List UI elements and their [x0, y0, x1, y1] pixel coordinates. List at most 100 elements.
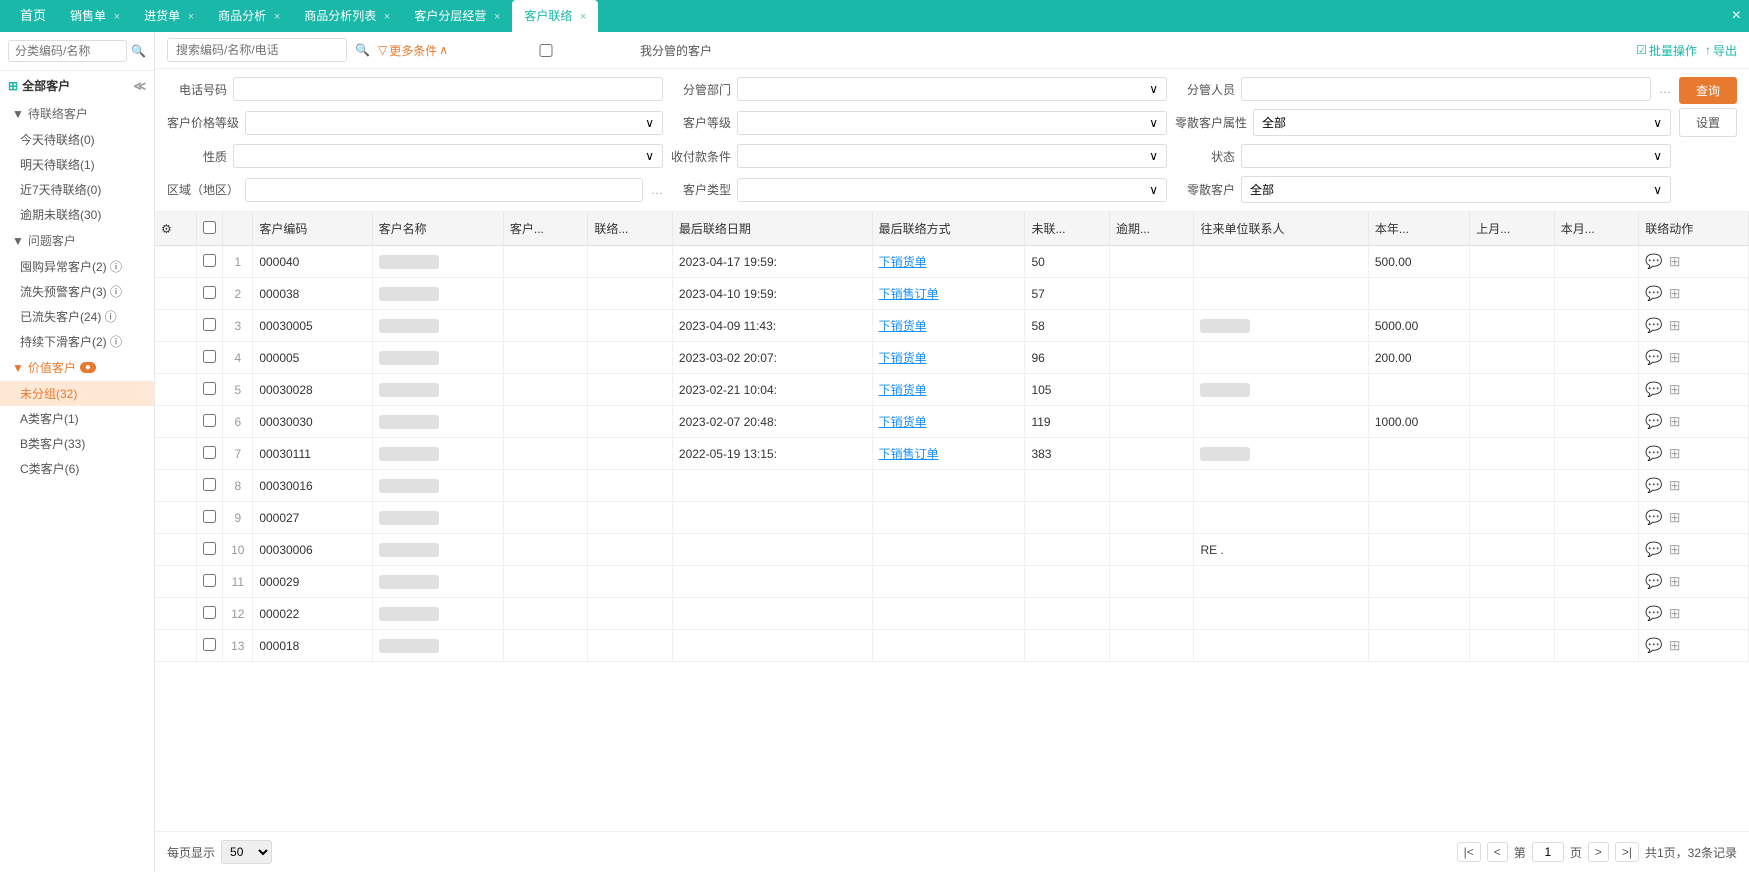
- row-checkbox[interactable]: [203, 414, 216, 427]
- sidebar-item-tomorrow[interactable]: 明天待联络(1): [0, 152, 154, 177]
- col-code-header[interactable]: 客户编码: [253, 212, 372, 246]
- col-this-month-header[interactable]: 本月...: [1554, 212, 1639, 246]
- close-icon-3[interactable]: ×: [384, 11, 390, 23]
- close-icon-4[interactable]: ×: [494, 11, 500, 23]
- col-overdue-header[interactable]: 逾期...: [1109, 212, 1194, 246]
- row-settings[interactable]: [155, 342, 197, 374]
- contact-method-link[interactable]: 下销货单: [879, 319, 927, 333]
- nav-tab-2[interactable]: 商品分析 ×: [206, 0, 292, 32]
- per-page-select[interactable]: 50 20 100: [221, 840, 272, 864]
- more-conditions-button[interactable]: ▽ 更多条件 ∧: [378, 42, 448, 59]
- message-icon[interactable]: 💬: [1645, 253, 1662, 270]
- sidebar-search-icon[interactable]: 🔍: [131, 44, 146, 58]
- nature-select[interactable]: ∨: [233, 144, 663, 168]
- row-settings[interactable]: [155, 630, 197, 662]
- message-icon[interactable]: 💬: [1645, 381, 1662, 398]
- col-name-header[interactable]: 客户名称: [372, 212, 503, 246]
- payment-select[interactable]: ∨: [737, 144, 1167, 168]
- customer-type-select[interactable]: ∨: [737, 178, 1167, 202]
- row-last-contact-method[interactable]: [872, 470, 1025, 502]
- message-icon[interactable]: 💬: [1645, 317, 1662, 334]
- page-number-input[interactable]: [1532, 842, 1564, 862]
- col-company-contact-header[interactable]: 往来单位联系人: [1194, 212, 1368, 246]
- close-all-button[interactable]: ×: [1732, 7, 1741, 25]
- row-settings[interactable]: [155, 438, 197, 470]
- sidebar-item-a-class[interactable]: A类客户(1): [0, 406, 154, 431]
- sidebar-item-today[interactable]: 今天待联络(0): [0, 127, 154, 152]
- contact-method-link[interactable]: 下销货单: [879, 255, 927, 269]
- grid-action-icon[interactable]: ⊞: [1669, 413, 1681, 430]
- phone-input[interactable]: [233, 77, 663, 101]
- message-icon[interactable]: 💬: [1645, 637, 1662, 654]
- message-icon[interactable]: 💬: [1645, 541, 1662, 558]
- row-settings[interactable]: [155, 534, 197, 566]
- grid-action-icon[interactable]: ⊞: [1669, 509, 1681, 526]
- close-icon-5[interactable]: ×: [580, 11, 586, 23]
- row-last-contact-method[interactable]: 下销货单: [872, 246, 1025, 278]
- contact-method-link[interactable]: 下销货单: [879, 415, 927, 429]
- row-last-contact-method[interactable]: [872, 630, 1025, 662]
- nav-tab-0[interactable]: 销售单 ×: [58, 0, 132, 32]
- sidebar-item-churn-warn[interactable]: 流失预警客户(3) ⓘ: [0, 279, 154, 304]
- row-last-contact-method[interactable]: [872, 534, 1025, 566]
- grid-action-icon[interactable]: ⊞: [1669, 285, 1681, 302]
- sidebar-item-7days[interactable]: 近7天待联络(0): [0, 177, 154, 202]
- row-settings[interactable]: [155, 470, 197, 502]
- row-settings[interactable]: [155, 598, 197, 630]
- row-settings[interactable]: [155, 374, 197, 406]
- col-checkbox-header[interactable]: [197, 212, 223, 246]
- row-checkbox[interactable]: [203, 638, 216, 651]
- col-last-contact-method-header[interactable]: 最后联络方式: [872, 212, 1025, 246]
- sidebar-group-pending[interactable]: ▼ 待联络客户: [0, 100, 154, 127]
- sidebar-group-problem[interactable]: ▼ 问题客户: [0, 227, 154, 254]
- my-customers-checkbox[interactable]: [456, 44, 636, 57]
- select-all-checkbox[interactable]: [203, 221, 216, 234]
- batch-operation-button[interactable]: ☑ 批量操作: [1636, 42, 1697, 59]
- col-settings[interactable]: ⚙: [155, 212, 197, 246]
- dept-select[interactable]: ∨: [737, 77, 1167, 101]
- nav-tab-3[interactable]: 商品分析列表 ×: [292, 0, 402, 32]
- col-no-contact-header[interactable]: 未联...: [1025, 212, 1110, 246]
- row-last-contact-method[interactable]: 下销售订单: [872, 438, 1025, 470]
- dots-icon-2[interactable]: …: [651, 183, 663, 197]
- contact-method-link[interactable]: 下销售订单: [879, 287, 939, 301]
- nav-tab-4[interactable]: 客户分层经营 ×: [402, 0, 512, 32]
- status-select[interactable]: ∨: [1241, 144, 1671, 168]
- my-customers-checkbox-label[interactable]: 我分管的客户: [456, 42, 712, 59]
- sidebar-item-abnormal[interactable]: 囤购异常客户(2) ⓘ: [0, 254, 154, 279]
- col-contact-header[interactable]: 联络...: [588, 212, 673, 246]
- row-settings[interactable]: [155, 278, 197, 310]
- row-checkbox[interactable]: [203, 606, 216, 619]
- row-last-contact-method[interactable]: 下销售订单: [872, 278, 1025, 310]
- row-checkbox[interactable]: [203, 478, 216, 491]
- sidebar-item-ungroup[interactable]: 未分组(32): [0, 381, 154, 406]
- row-last-contact-method[interactable]: 下销货单: [872, 406, 1025, 438]
- contact-method-link[interactable]: 下销售订单: [879, 447, 939, 461]
- row-settings[interactable]: [155, 406, 197, 438]
- row-checkbox[interactable]: [203, 382, 216, 395]
- message-icon[interactable]: 💬: [1645, 573, 1662, 590]
- row-last-contact-method[interactable]: [872, 502, 1025, 534]
- contact-method-link[interactable]: 下销货单: [879, 383, 927, 397]
- row-last-contact-method[interactable]: [872, 566, 1025, 598]
- sidebar-search-input[interactable]: [8, 40, 127, 62]
- reset-button[interactable]: 设置: [1679, 108, 1737, 137]
- message-icon[interactable]: 💬: [1645, 413, 1662, 430]
- grid-action-icon[interactable]: ⊞: [1669, 445, 1681, 462]
- row-last-contact-method[interactable]: 下销货单: [872, 310, 1025, 342]
- search-input[interactable]: [167, 38, 347, 62]
- close-icon-0[interactable]: ×: [114, 11, 120, 23]
- row-checkbox[interactable]: [203, 446, 216, 459]
- search-button[interactable]: 🔍: [355, 43, 370, 57]
- sidebar-item-c-class[interactable]: C类客户(6): [0, 456, 154, 481]
- nav-tab-5[interactable]: 客户联络 ×: [512, 0, 598, 32]
- message-icon[interactable]: 💬: [1645, 509, 1662, 526]
- row-checkbox[interactable]: [203, 574, 216, 587]
- grid-action-icon[interactable]: ⊞: [1669, 317, 1681, 334]
- sidebar-item-overdue[interactable]: 逾期未联络(30): [0, 202, 154, 227]
- region-input[interactable]: [245, 178, 643, 202]
- sidebar-group-value[interactable]: ▼ 价值客户 ●: [0, 354, 154, 381]
- message-icon[interactable]: 💬: [1645, 605, 1662, 622]
- row-settings[interactable]: [155, 502, 197, 534]
- next-page-button[interactable]: >: [1588, 842, 1609, 862]
